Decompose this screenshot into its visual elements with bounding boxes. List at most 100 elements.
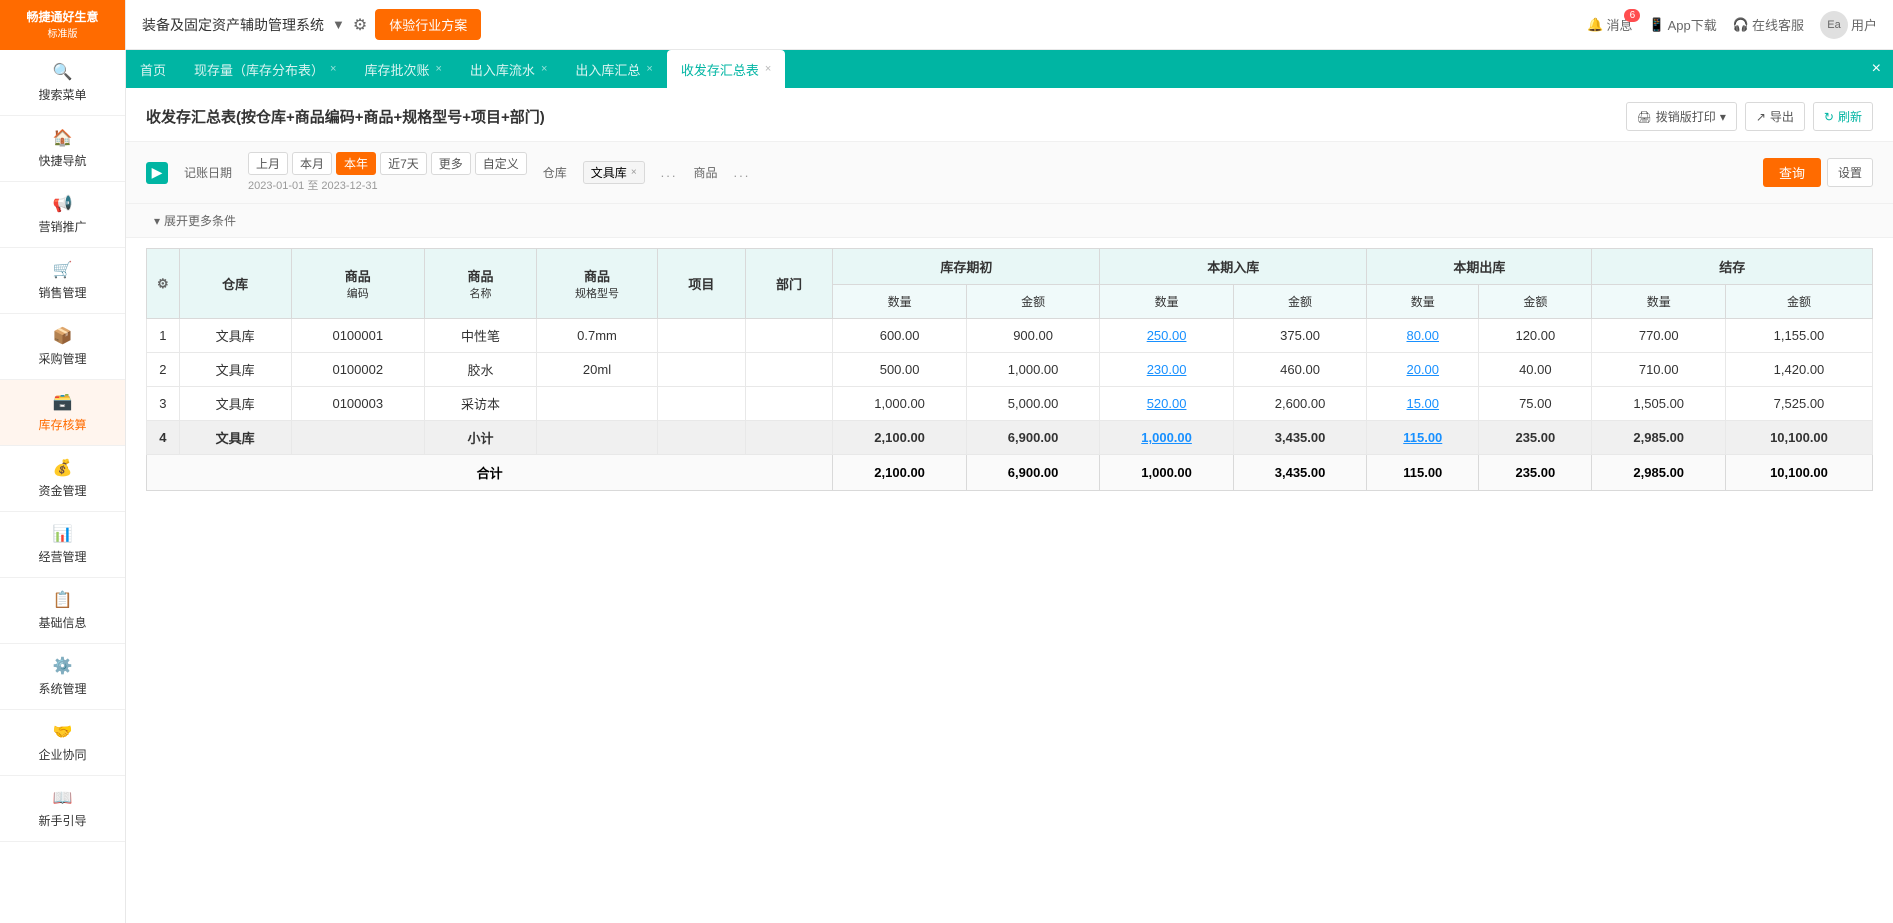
export-icon: ↗ xyxy=(1756,110,1766,124)
row-out-amt: 75.00 xyxy=(1479,387,1592,421)
tab-inventory-batch[interactable]: 库存批次账 × xyxy=(350,50,455,88)
tab-bar: 首页 现存量（库存分布表） × 库存批次账 × 出入库流水 × 出入库汇总 × … xyxy=(126,50,1893,88)
row-project xyxy=(658,421,746,455)
footer-label: 合计 xyxy=(147,455,833,491)
tab-close-icon[interactable]: × xyxy=(765,63,771,75)
sidebar-item-inventory[interactable]: 🗃️ 库存核算 xyxy=(0,380,125,446)
expand-more-button[interactable]: ▾ 展开更多条件 xyxy=(146,208,1873,233)
tab-close-icon[interactable]: × xyxy=(541,63,547,75)
query-button[interactable]: 查询 xyxy=(1763,158,1821,187)
tab-inout-summary[interactable]: 出入库汇总 × xyxy=(561,50,666,88)
box-icon: 📦 xyxy=(53,326,73,346)
export-button[interactable]: ↗ 导出 xyxy=(1745,102,1805,131)
date-label: 记账日期 xyxy=(184,164,232,181)
goods-label: 商品 xyxy=(694,164,718,181)
sidebar-item-label: 快捷导航 xyxy=(38,152,86,169)
tab-close-icon[interactable]: × xyxy=(646,63,652,75)
row-out-qty[interactable]: 20.00 xyxy=(1367,353,1479,387)
sidebar-item-search[interactable]: 🔍 搜索菜单 xyxy=(0,50,125,116)
system-dropdown[interactable]: ▼ xyxy=(332,17,345,32)
tab-label: 出入库流水 xyxy=(470,60,535,79)
date-btn-this-year[interactable]: 本年 xyxy=(336,152,376,175)
row-goods-code: 0100002 xyxy=(291,353,425,387)
row-in-qty[interactable]: 230.00 xyxy=(1100,353,1233,387)
settings-icon[interactable]: ⚙ xyxy=(353,15,367,35)
close-all-tabs-button[interactable]: × xyxy=(1860,50,1893,88)
tab-close-icon[interactable]: × xyxy=(435,63,441,75)
row-out-qty[interactable]: 115.00 xyxy=(1367,421,1479,455)
sidebar-item-sales[interactable]: 🛒 销售管理 xyxy=(0,248,125,314)
page-actions: 🖨 拨销版打印 ▾ ↗ 导出 ↻ 刷新 xyxy=(1626,102,1873,131)
sidebar-item-label: 采购管理 xyxy=(38,350,86,367)
online-service-button[interactable]: 🎧 在线客服 xyxy=(1733,15,1804,34)
sidebar-item-purchase[interactable]: 📦 采购管理 xyxy=(0,314,125,380)
row-goods-spec xyxy=(536,387,657,421)
refresh-button[interactable]: ↻ 刷新 xyxy=(1813,102,1873,131)
tab-inventory-dist[interactable]: 现存量（库存分布表） × xyxy=(180,50,350,88)
sidebar-item-finance[interactable]: 💰 资金管理 xyxy=(0,446,125,512)
col-in-amt: 金额 xyxy=(1233,285,1366,319)
footer-open-amt: 6,900.00 xyxy=(966,455,1099,491)
row-in-qty[interactable]: 520.00 xyxy=(1100,387,1233,421)
row-in-qty[interactable]: 250.00 xyxy=(1100,319,1233,353)
table-settings-icon[interactable]: ⚙ xyxy=(157,276,169,291)
sidebar-item-label: 新手引导 xyxy=(38,812,86,829)
tab-inout-flow[interactable]: 出入库流水 × xyxy=(456,50,561,88)
sidebar: 畅捷通好生意 标准版 🔍 搜索菜单 🏠 快捷导航 📢 营销推广 🛒 销售管理 📦… xyxy=(0,0,126,923)
row-out-qty[interactable]: 15.00 xyxy=(1367,387,1479,421)
notification-button[interactable]: 🔔 消息 6 xyxy=(1587,15,1632,34)
sidebar-item-marketing[interactable]: 📢 营销推广 xyxy=(0,182,125,248)
avatar: Ea xyxy=(1820,11,1848,39)
tab-home[interactable]: 首页 xyxy=(126,50,180,88)
table-row: 4文具库小计2,100.006,900.001,000.003,435.0011… xyxy=(147,421,1873,455)
notification-badge: 6 xyxy=(1624,9,1640,22)
tab-receive-summary[interactable]: 收发存汇总表 × xyxy=(667,50,785,88)
page-header: 收发存汇总表(按仓库+商品编码+商品+规格型号+项目+部门) 🖨 拨销版打印 ▾… xyxy=(126,88,1893,142)
try-button[interactable]: 体验行业方案 xyxy=(375,9,481,40)
date-btn-more[interactable]: 更多 xyxy=(431,152,471,175)
goods-more-dots[interactable]: ... xyxy=(734,165,751,180)
row-open-amt: 1,000.00 xyxy=(966,353,1099,387)
sidebar-item-collab[interactable]: 🤝 企业协同 xyxy=(0,710,125,776)
filter-settings-button[interactable]: 设置 xyxy=(1827,158,1873,187)
header-left: 装备及固定资产辅助管理系统 ▼ ⚙ 体验行业方案 xyxy=(142,9,481,40)
filter-toggle-button[interactable]: ▶ xyxy=(146,162,168,184)
date-btn-last-month[interactable]: 上月 xyxy=(248,152,288,175)
row-goods-name: 中性笔 xyxy=(425,319,537,353)
date-btn-7days[interactable]: 近7天 xyxy=(380,152,427,175)
footer-row: 合计 2,100.00 6,900.00 1,000.00 3,435.00 1… xyxy=(147,455,1873,491)
sidebar-item-quicknav[interactable]: 🏠 快捷导航 xyxy=(0,116,125,182)
warehouse-tag-close[interactable]: × xyxy=(631,167,637,178)
row-no: 4 xyxy=(147,421,180,455)
row-no: 3 xyxy=(147,387,180,421)
col-out: 本期出库 xyxy=(1367,249,1592,285)
col-bal-amt: 金额 xyxy=(1725,285,1872,319)
footer-in-qty: 1,000.00 xyxy=(1100,455,1233,491)
sidebar-item-operation[interactable]: 📊 经营管理 xyxy=(0,512,125,578)
user-menu[interactable]: Ea 用户 xyxy=(1820,11,1877,39)
date-btn-this-month[interactable]: 本月 xyxy=(292,152,332,175)
app-download-button[interactable]: 📱 App下载 xyxy=(1648,15,1716,34)
sidebar-item-base[interactable]: 📋 基础信息 xyxy=(0,578,125,644)
print-button[interactable]: 🖨 拨销版打印 ▾ xyxy=(1626,102,1737,131)
date-btn-custom[interactable]: 自定义 xyxy=(475,152,527,175)
sidebar-item-label: 基础信息 xyxy=(38,614,86,631)
user-label: 用户 xyxy=(1851,15,1877,34)
chart-icon: 📊 xyxy=(53,524,73,544)
warehouse-more-dots[interactable]: ... xyxy=(661,165,678,180)
tab-close-icon[interactable]: × xyxy=(330,63,336,75)
row-out-qty[interactable]: 80.00 xyxy=(1367,319,1479,353)
expand-label: 展开更多条件 xyxy=(164,212,236,229)
col-in: 本期入库 xyxy=(1100,249,1367,285)
row-bal-qty: 2,985.00 xyxy=(1592,421,1725,455)
row-in-qty[interactable]: 1,000.00 xyxy=(1100,421,1233,455)
col-bal-qty: 数量 xyxy=(1592,285,1725,319)
row-no: 2 xyxy=(147,353,180,387)
footer-bal-qty: 2,985.00 xyxy=(1592,455,1725,491)
date-range: 2023-01-01 至 2023-12-31 xyxy=(248,177,378,193)
sidebar-item-label: 销售管理 xyxy=(38,284,86,301)
sidebar-item-system[interactable]: ⚙️ 系统管理 xyxy=(0,644,125,710)
sidebar-item-guide[interactable]: 📖 新手引导 xyxy=(0,776,125,842)
date-buttons: 上月 本月 本年 近7天 更多 自定义 xyxy=(248,152,527,175)
cart-icon: 🛒 xyxy=(53,260,73,280)
